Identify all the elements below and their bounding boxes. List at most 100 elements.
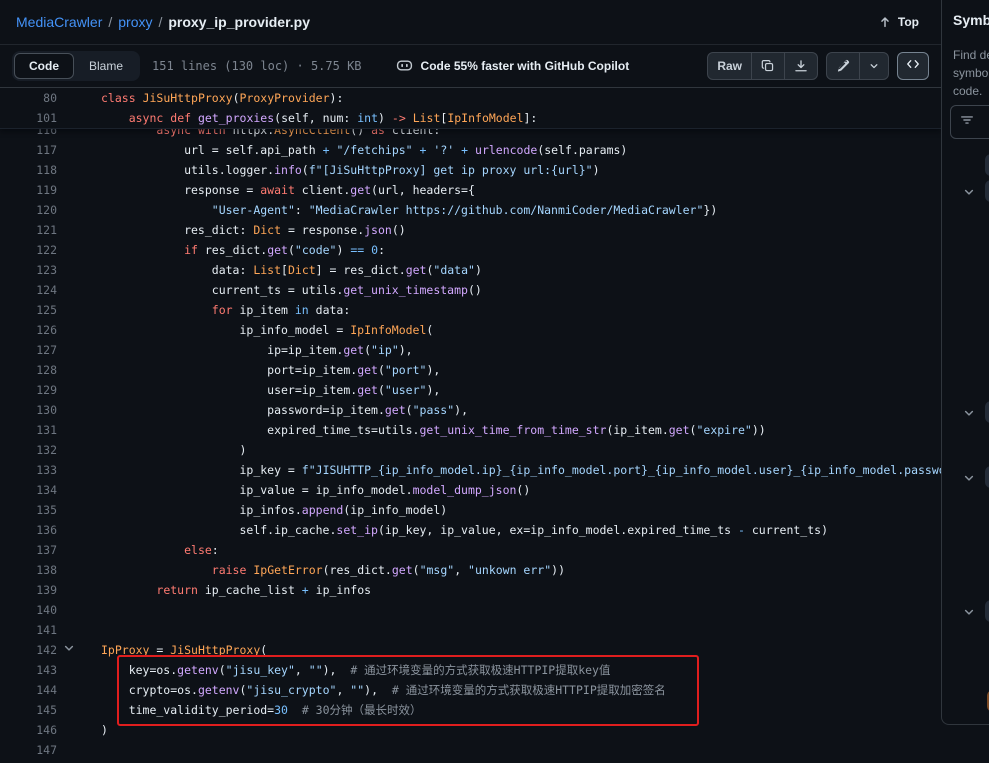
code-line: 146) (0, 720, 941, 740)
symbol-expand-chevron-icon[interactable] (963, 406, 975, 424)
code-line: 144 crypto=os.getenv("jisu_crypto", ""),… (0, 680, 941, 700)
edit-options-dropdown[interactable] (859, 52, 889, 80)
symbol-expand-chevron-icon[interactable] (963, 605, 975, 623)
symbol-item-badge[interactable] (985, 401, 989, 423)
code-text: user=ip_item.get("user"), (81, 380, 440, 400)
line-number[interactable]: 140 (0, 600, 57, 620)
line-number[interactable]: 80 (0, 88, 57, 108)
filter-symbols-input[interactable] (950, 105, 989, 139)
fold-slot (57, 720, 81, 740)
line-number[interactable]: 127 (0, 340, 57, 360)
line-number[interactable]: 119 (0, 180, 57, 200)
symbol-item-badge[interactable] (985, 466, 989, 488)
fold-slot (57, 240, 81, 260)
toolbar-actions: Raw (707, 52, 929, 80)
code-line: 121 res_dict: Dict = response.json() (0, 220, 941, 240)
symbols-pane-toggle-button[interactable] (897, 52, 929, 80)
fold-slot (57, 180, 81, 200)
line-number[interactable]: 118 (0, 160, 57, 180)
symbol-expand-chevron-icon[interactable] (963, 185, 975, 203)
symbol-item-badge[interactable] (985, 180, 989, 202)
symbol-item-badge[interactable] (985, 600, 989, 622)
filter-icon (960, 113, 974, 132)
fold-slot (57, 580, 81, 600)
file-view: MediaCrawler / proxy / proxy_ip_provider… (0, 0, 941, 763)
breadcrumb-filename: proxy_ip_provider.py (168, 14, 310, 30)
line-number[interactable]: 136 (0, 520, 57, 540)
symbol-item-badge[interactable] (985, 154, 989, 176)
line-number[interactable]: 124 (0, 280, 57, 300)
line-number[interactable]: 134 (0, 480, 57, 500)
edit-file-button[interactable] (826, 52, 860, 80)
code-text: current_ts = utils.get_unix_timestamp() (81, 280, 482, 300)
line-number[interactable]: 142 (0, 640, 57, 660)
symbol-expand-chevron-icon[interactable] (963, 471, 975, 489)
line-number[interactable]: 132 (0, 440, 57, 460)
line-number[interactable]: 141 (0, 620, 57, 640)
copy-icon (761, 59, 775, 73)
line-number[interactable]: 128 (0, 360, 57, 380)
symbols-panel-title: Symbols (953, 12, 989, 28)
code-text: ip=ip_item.get("ip"), (81, 340, 413, 360)
fold-slot (57, 660, 81, 680)
line-number[interactable]: 117 (0, 140, 57, 160)
line-number[interactable]: 147 (0, 740, 57, 760)
code-line: 128 port=ip_item.get("port"), (0, 360, 941, 380)
code-line: 122 if res_dict.get("code") == 0: (0, 240, 941, 260)
copilot-banner[interactable]: Code 55% faster with GitHub Copilot (396, 58, 630, 74)
breadcrumb-dir-link[interactable]: proxy (118, 14, 152, 30)
fold-slot (57, 140, 81, 160)
fold-slot (57, 360, 81, 380)
line-number[interactable]: 122 (0, 240, 57, 260)
fold-slot (57, 380, 81, 400)
line-number[interactable]: 121 (0, 220, 57, 240)
raw-button[interactable]: Raw (707, 52, 752, 80)
line-number[interactable]: 137 (0, 540, 57, 560)
line-number[interactable]: 129 (0, 380, 57, 400)
line-number[interactable]: 123 (0, 260, 57, 280)
line-number[interactable]: 101 (0, 108, 57, 128)
code-line: 140 (0, 600, 941, 620)
code-text: class JiSuHttpProxy(ProxyProvider): (81, 88, 343, 108)
code-text: for ip_item in data: (81, 300, 350, 320)
line-number[interactable]: 138 (0, 560, 57, 580)
copilot-banner-text: Code 55% faster with GitHub Copilot (421, 59, 630, 73)
code-line: 119 response = await client.get(url, hea… (0, 180, 941, 200)
download-raw-button[interactable] (784, 52, 818, 80)
breadcrumb-separator: / (158, 14, 162, 30)
line-number[interactable]: 135 (0, 500, 57, 520)
line-number[interactable]: 133 (0, 460, 57, 480)
fold-slot (57, 620, 81, 640)
tab-blame[interactable]: Blame (74, 53, 138, 79)
fold-slot (57, 400, 81, 420)
code-text: IpProxy = JiSuHttpProxy( (81, 640, 267, 660)
code-line: 132 ) (0, 440, 941, 460)
line-number[interactable]: 139 (0, 580, 57, 600)
line-number[interactable]: 125 (0, 300, 57, 320)
code-text: utils.logger.info(f"[JiSuHttpProxy] get … (81, 160, 600, 180)
copy-raw-button[interactable] (751, 52, 785, 80)
line-number[interactable]: 146 (0, 720, 57, 740)
symbols-panel-description: Find definitions and references for func… (953, 46, 989, 100)
line-number[interactable]: 120 (0, 200, 57, 220)
fold-toggle[interactable] (57, 640, 81, 660)
fold-slot (57, 160, 81, 180)
code-text (81, 620, 101, 640)
line-number[interactable]: 144 (0, 680, 57, 700)
code-blame-switch: Code Blame (12, 51, 140, 81)
line-number[interactable]: 130 (0, 400, 57, 420)
breadcrumb-separator: / (108, 14, 112, 30)
line-number[interactable]: 143 (0, 660, 57, 680)
tab-code[interactable]: Code (14, 53, 74, 79)
code-text: password=ip_item.get("pass"), (81, 400, 468, 420)
breadcrumb-repo-link[interactable]: MediaCrawler (16, 14, 102, 30)
code-text: else: (81, 540, 219, 560)
code-text: "User-Agent": "MediaCrawler https://gith… (81, 200, 717, 220)
line-number[interactable]: 126 (0, 320, 57, 340)
code-line: 129 user=ip_item.get("user"), (0, 380, 941, 400)
line-number[interactable]: 131 (0, 420, 57, 440)
fold-slot (57, 520, 81, 540)
line-number[interactable]: 145 (0, 700, 57, 720)
fold-slot (57, 220, 81, 240)
back-to-top-button[interactable]: Top (872, 11, 925, 33)
